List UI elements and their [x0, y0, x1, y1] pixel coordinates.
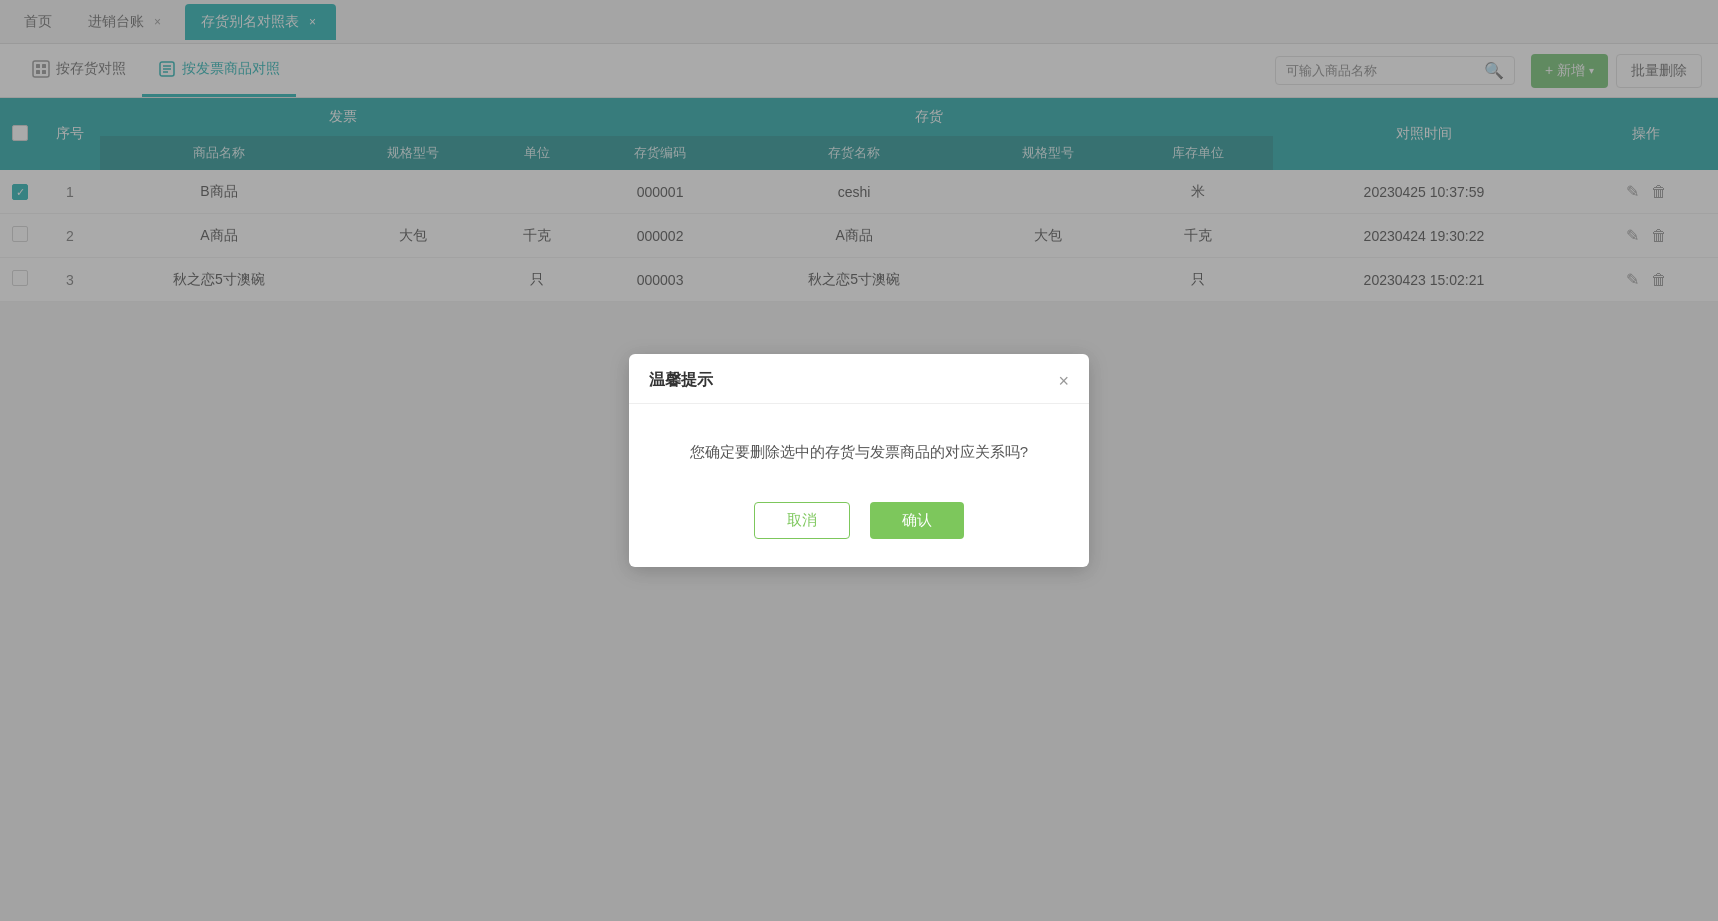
dialog-overlay: 温馨提示 × 您确定要删除选中的存货与发票商品的对应关系吗? 取消 确认 — [0, 0, 1718, 302]
